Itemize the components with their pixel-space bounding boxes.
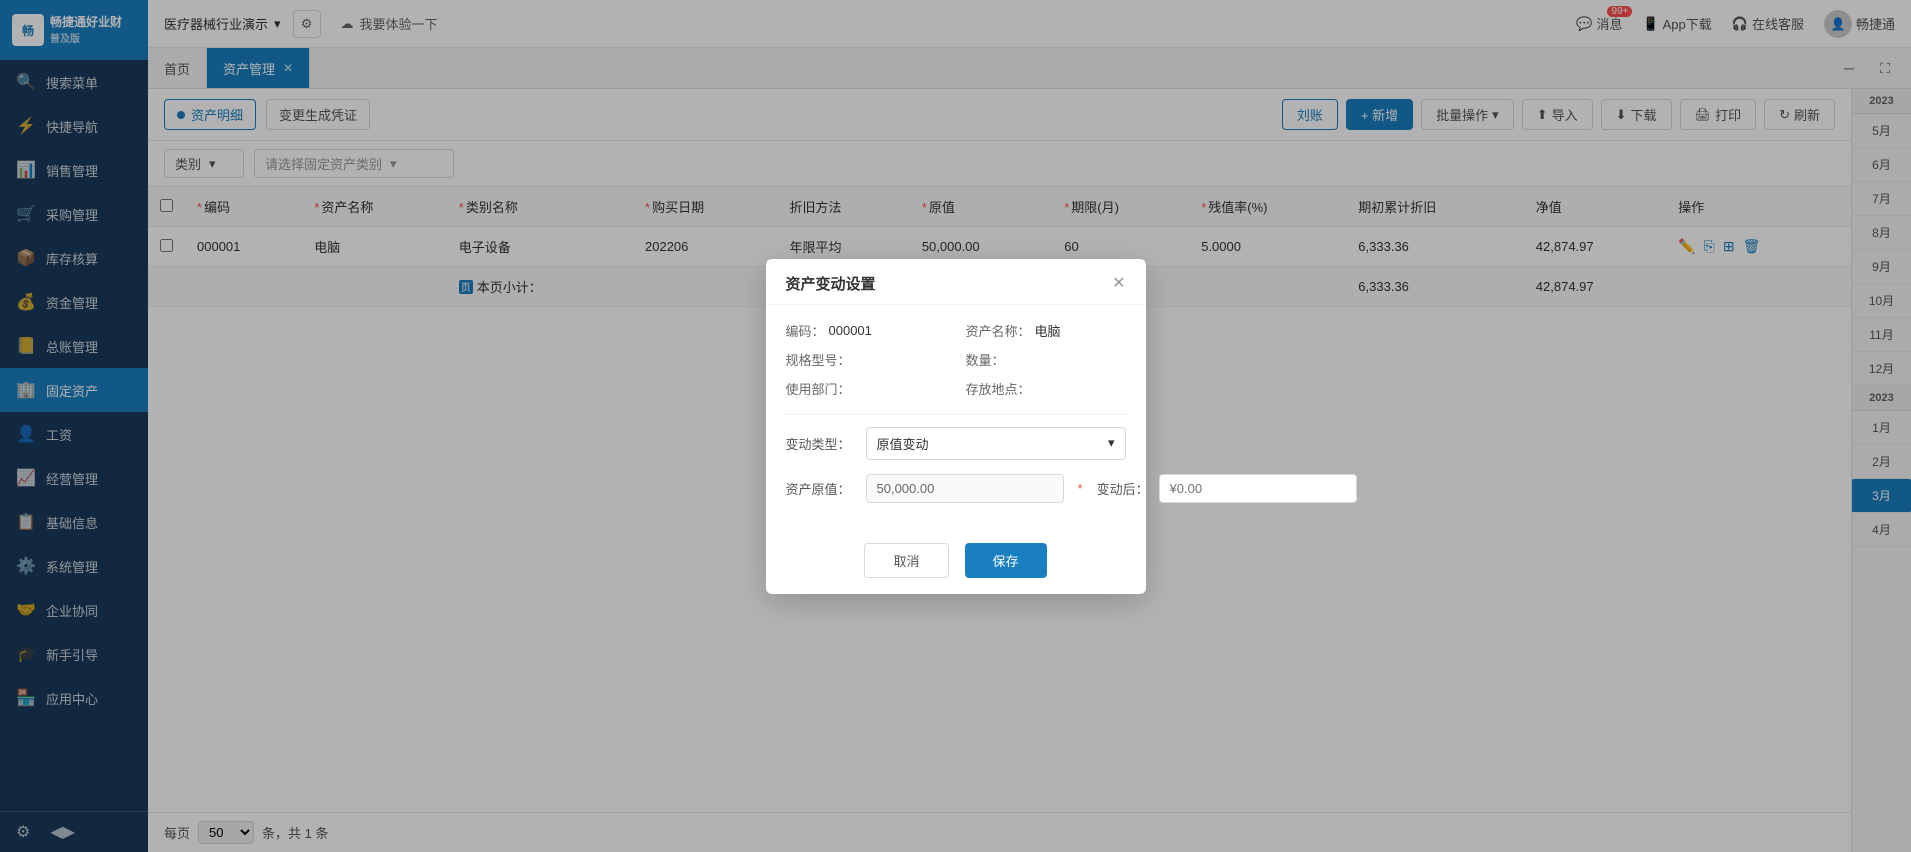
save-button[interactable]: 保存 bbox=[965, 543, 1047, 578]
dialog-title: 资产变动设置 bbox=[786, 273, 876, 294]
dialog-footer: 取消 保存 bbox=[766, 533, 1146, 594]
dialog-body: 编码： 000001 资产名称： 电脑 规格型号： 数量： 使用部门： bbox=[766, 305, 1146, 533]
change-type-value: 原值变动 bbox=[877, 434, 929, 453]
dialog-close-button[interactable]: ✕ bbox=[1112, 273, 1125, 293]
after-label: 变动后： bbox=[1097, 479, 1149, 498]
info-quantity: 数量： bbox=[966, 350, 1126, 369]
info-location: 存放地点： bbox=[966, 379, 1126, 398]
asset-value-input bbox=[866, 474, 1064, 503]
chevron-down-icon: ▾ bbox=[1108, 435, 1115, 451]
info-code: 编码： 000001 bbox=[786, 321, 946, 340]
change-type-row: 变动类型： 原值变动 ▾ bbox=[786, 427, 1126, 460]
info-department: 使用部门： bbox=[786, 379, 946, 398]
change-type-label: 变动类型： bbox=[786, 434, 856, 453]
dialog-info-grid: 编码： 000001 资产名称： 电脑 规格型号： 数量： 使用部门： bbox=[786, 321, 1126, 398]
asset-value-label: 资产原值： bbox=[786, 479, 856, 498]
asset-value-row: 资产原值： * 变动后： bbox=[786, 474, 1126, 503]
info-asset-name: 资产名称： 电脑 bbox=[966, 321, 1126, 340]
asset-change-dialog: 资产变动设置 ✕ 编码： 000001 资产名称： 电脑 规格型号： 数量： bbox=[766, 259, 1146, 594]
after-value-input[interactable] bbox=[1159, 474, 1357, 503]
required-mark: * bbox=[1078, 481, 1083, 496]
dialog-header: 资产变动设置 ✕ bbox=[766, 259, 1146, 305]
dialog-divider bbox=[786, 414, 1126, 415]
cancel-button[interactable]: 取消 bbox=[864, 543, 948, 578]
modal-overlay: 资产变动设置 ✕ 编码： 000001 资产名称： 电脑 规格型号： 数量： bbox=[0, 0, 1911, 852]
change-type-select[interactable]: 原值变动 ▾ bbox=[866, 427, 1126, 460]
info-spec: 规格型号： bbox=[786, 350, 946, 369]
